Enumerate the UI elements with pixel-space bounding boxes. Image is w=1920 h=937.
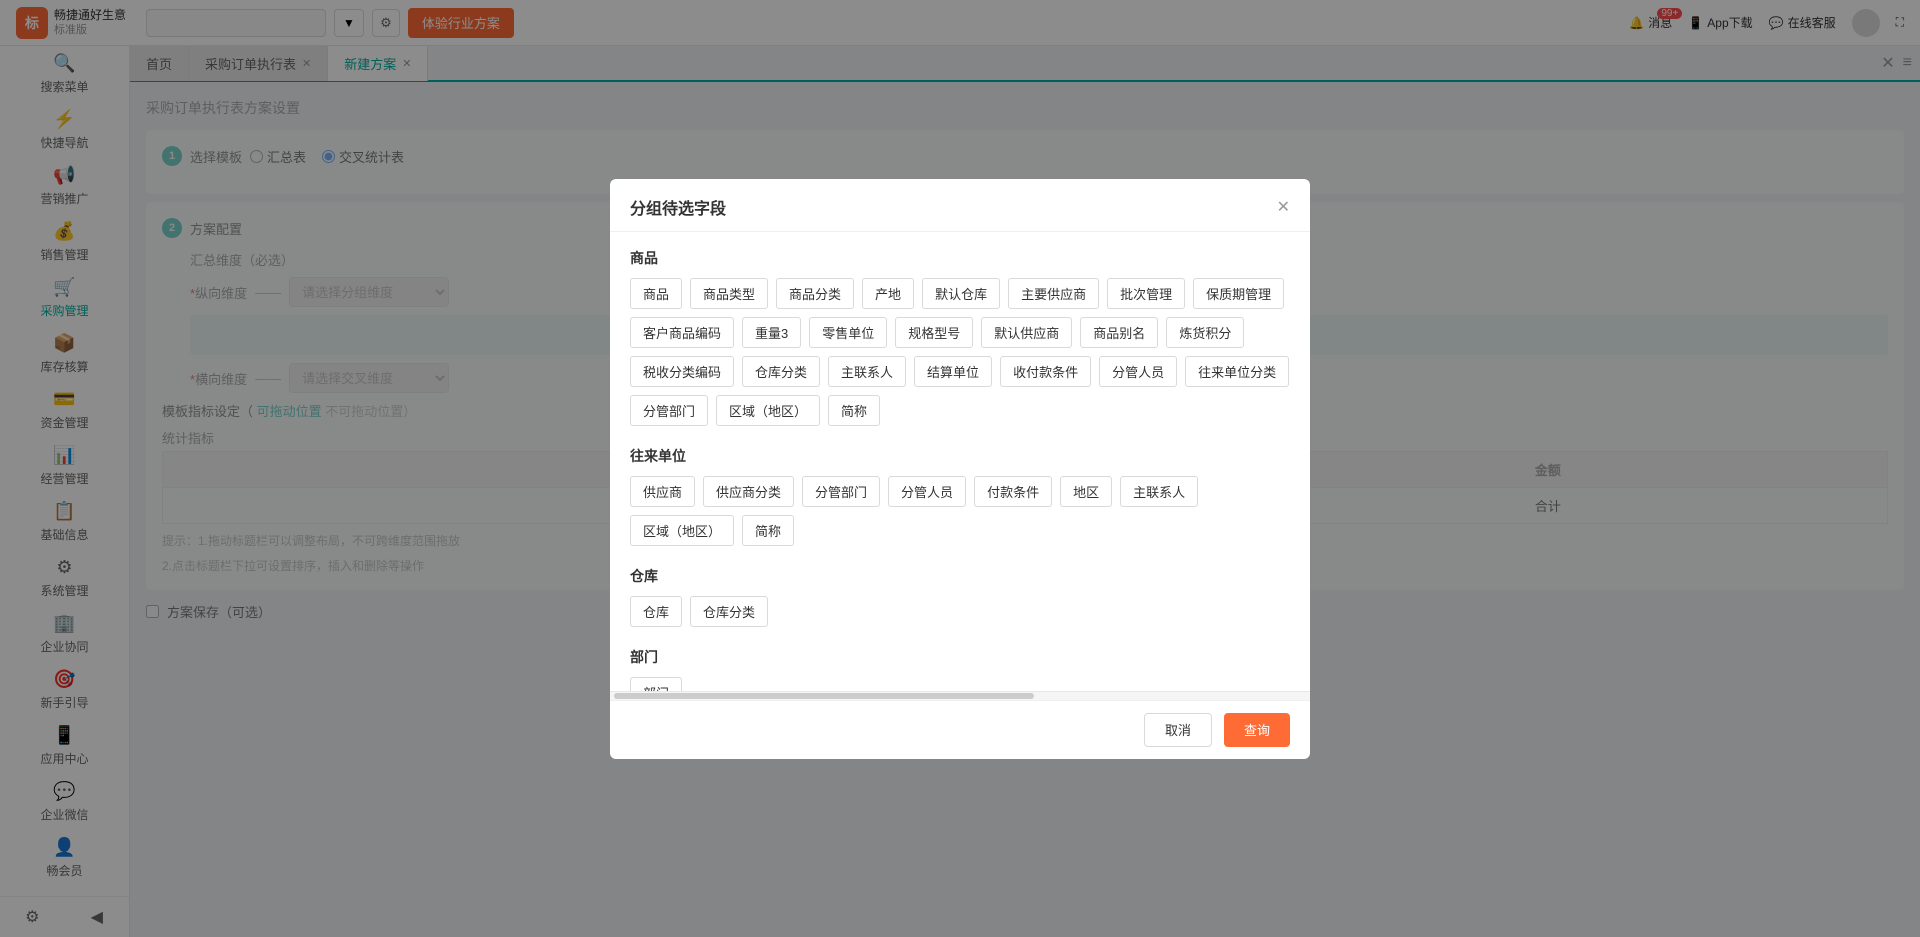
field-tag-partners-1[interactable]: 供应商 xyxy=(630,476,695,507)
field-tag-partners-2[interactable]: 供应商分类 xyxy=(703,476,794,507)
field-tag-goods-11[interactable]: 零售单位 xyxy=(809,317,887,348)
field-tag-goods-15[interactable]: 炼货积分 xyxy=(1166,317,1244,348)
field-tag-goods-18[interactable]: 主联系人 xyxy=(828,356,906,387)
modal-overlay: 分组待选字段 ✕ 商品 商品 商品类型 商品分类 产地 默认仓库 主要供应商 批… xyxy=(0,0,1920,937)
field-group-department: 部门 部门 xyxy=(630,647,1290,692)
modal-hscrollbar[interactable] xyxy=(610,691,1310,699)
modal-header: 分组待选字段 ✕ xyxy=(610,179,1310,232)
field-tag-goods-21[interactable]: 分管人员 xyxy=(1099,356,1177,387)
field-tag-goods-8[interactable]: 保质期管理 xyxy=(1193,278,1284,309)
field-tag-partners-9[interactable]: 简称 xyxy=(742,515,794,546)
modal-confirm-btn[interactable]: 查询 xyxy=(1224,713,1290,747)
field-tag-warehouse-2[interactable]: 仓库分类 xyxy=(690,596,768,627)
field-tag-goods-16[interactable]: 税收分类编码 xyxy=(630,356,734,387)
field-tag-goods-17[interactable]: 仓库分类 xyxy=(742,356,820,387)
field-tag-goods-23[interactable]: 分管部门 xyxy=(630,395,708,426)
field-tag-goods-2[interactable]: 商品类型 xyxy=(690,278,768,309)
field-tags-partners: 供应商 供应商分类 分管部门 分管人员 付款条件 地区 主联系人 区域（地区） … xyxy=(630,476,1290,546)
field-tag-partners-5[interactable]: 付款条件 xyxy=(974,476,1052,507)
field-tag-partners-3[interactable]: 分管部门 xyxy=(802,476,880,507)
field-tag-goods-7[interactable]: 批次管理 xyxy=(1107,278,1185,309)
field-tag-dept-1[interactable]: 部门 xyxy=(630,677,682,692)
field-tag-goods-20[interactable]: 收付款条件 xyxy=(1000,356,1091,387)
field-group-warehouse-title: 仓库 xyxy=(630,566,1290,586)
modal-hscrollbar-thumb xyxy=(614,693,1034,699)
modal-body: 商品 商品 商品类型 商品分类 产地 默认仓库 主要供应商 批次管理 保质期管理… xyxy=(610,232,1310,692)
field-tag-partners-7[interactable]: 主联系人 xyxy=(1120,476,1198,507)
field-tag-partners-4[interactable]: 分管人员 xyxy=(888,476,966,507)
field-tag-goods-14[interactable]: 商品别名 xyxy=(1080,317,1158,348)
field-tag-goods-3[interactable]: 商品分类 xyxy=(776,278,854,309)
field-tag-goods-19[interactable]: 结算单位 xyxy=(914,356,992,387)
field-tags-goods: 商品 商品类型 商品分类 产地 默认仓库 主要供应商 批次管理 保质期管理 客户… xyxy=(630,278,1290,426)
modal-footer: 取消 查询 xyxy=(610,700,1310,759)
field-group-department-title: 部门 xyxy=(630,647,1290,667)
field-tag-goods-6[interactable]: 主要供应商 xyxy=(1008,278,1099,309)
field-tag-goods-1[interactable]: 商品 xyxy=(630,278,682,309)
field-group-partners-title: 往来单位 xyxy=(630,446,1290,466)
field-tag-goods-10[interactable]: 重量3 xyxy=(742,317,801,348)
field-tags-department: 部门 xyxy=(630,677,1290,692)
modal-close-btn[interactable]: ✕ xyxy=(1277,197,1290,217)
field-tag-goods-13[interactable]: 默认供应商 xyxy=(981,317,1072,348)
field-tag-partners-6[interactable]: 地区 xyxy=(1060,476,1112,507)
modal-scroll-area[interactable]: 商品 商品 商品类型 商品分类 产地 默认仓库 主要供应商 批次管理 保质期管理… xyxy=(610,232,1310,692)
field-tag-warehouse-1[interactable]: 仓库 xyxy=(630,596,682,627)
field-tag-goods-22[interactable]: 往来单位分类 xyxy=(1185,356,1289,387)
field-tag-goods-25[interactable]: 简称 xyxy=(828,395,880,426)
modal: 分组待选字段 ✕ 商品 商品 商品类型 商品分类 产地 默认仓库 主要供应商 批… xyxy=(610,179,1310,759)
field-group-goods: 商品 商品 商品类型 商品分类 产地 默认仓库 主要供应商 批次管理 保质期管理… xyxy=(630,248,1290,426)
field-group-goods-title: 商品 xyxy=(630,248,1290,268)
field-tag-goods-4[interactable]: 产地 xyxy=(862,278,914,309)
field-tags-warehouse: 仓库 仓库分类 xyxy=(630,596,1290,627)
field-tag-goods-24[interactable]: 区域（地区） xyxy=(716,395,820,426)
field-group-warehouse: 仓库 仓库 仓库分类 xyxy=(630,566,1290,627)
field-group-partners: 往来单位 供应商 供应商分类 分管部门 分管人员 付款条件 地区 主联系人 区域… xyxy=(630,446,1290,546)
field-tag-goods-9[interactable]: 客户商品编码 xyxy=(630,317,734,348)
modal-title: 分组待选字段 xyxy=(630,195,726,219)
modal-cancel-btn[interactable]: 取消 xyxy=(1144,713,1212,747)
field-tag-goods-5[interactable]: 默认仓库 xyxy=(922,278,1000,309)
field-tag-goods-12[interactable]: 规格型号 xyxy=(895,317,973,348)
field-tag-partners-8[interactable]: 区域（地区） xyxy=(630,515,734,546)
